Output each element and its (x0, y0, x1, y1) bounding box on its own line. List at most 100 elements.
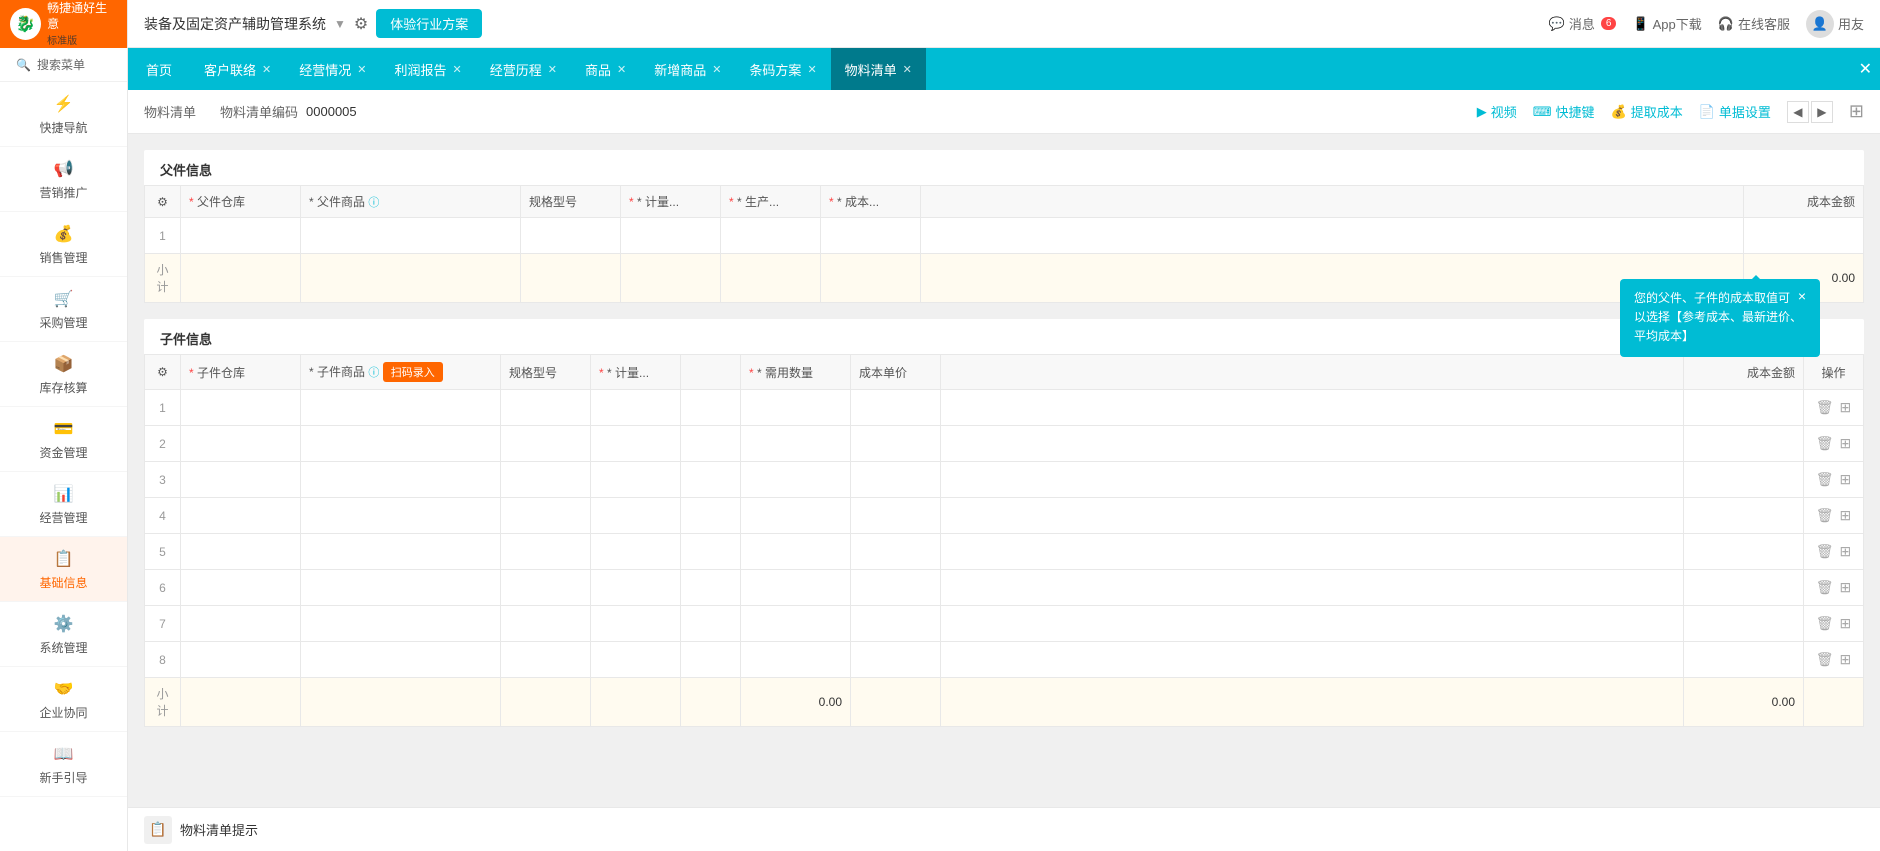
copy-icon[interactable]: ⊞ (1840, 543, 1852, 560)
tab-profit[interactable]: 利润报告 ✕ (380, 48, 475, 90)
child-row-8-warehouse[interactable] (181, 642, 301, 678)
child-row-7-spec[interactable] (501, 606, 591, 642)
child-row-3-qty-unit[interactable] (591, 462, 681, 498)
child-row-5-spec[interactable] (501, 534, 591, 570)
child-row-4-cost-unit[interactable] (851, 498, 941, 534)
tab-operations[interactable]: 经营情况 ✕ (285, 48, 380, 90)
sidebar-item-sales[interactable]: 💰 销售管理 (0, 212, 127, 277)
child-row-4-goods[interactable] (301, 498, 501, 534)
tooltip-close[interactable]: × (1798, 289, 1806, 303)
child-row-1-qty-unit[interactable] (591, 390, 681, 426)
sidebar-item-operations[interactable]: 📊 经营管理 (0, 472, 127, 537)
child-col-settings[interactable]: ⚙ (145, 355, 181, 390)
child-row-1-cost-unit[interactable] (851, 390, 941, 426)
parent-row-1-spec[interactable] (521, 218, 621, 254)
parent-row-1-produce[interactable] (721, 218, 821, 254)
child-row-6-cost-unit[interactable] (851, 570, 941, 606)
child-row-8-qty-needed[interactable] (741, 642, 851, 678)
child-row-7-goods[interactable] (301, 606, 501, 642)
child-row-1-warehouse[interactable] (181, 390, 301, 426)
settings-action[interactable]: 📄 单据设置 (1699, 102, 1771, 121)
sidebar-item-system[interactable]: ⚙️ 系统管理 (0, 602, 127, 667)
child-row-6-warehouse[interactable] (181, 570, 301, 606)
child-row-3-warehouse[interactable] (181, 462, 301, 498)
copy-icon[interactable]: ⊞ (1840, 399, 1852, 416)
child-row-7-qty-needed[interactable] (741, 606, 851, 642)
child-row-8-cost-unit[interactable] (851, 642, 941, 678)
scan-button[interactable]: 扫码录入 (383, 362, 443, 382)
child-row-2-qty-needed[interactable] (741, 426, 851, 462)
delete-icon[interactable]: 🗑 (1816, 615, 1834, 632)
tab-barcode[interactable]: 条码方案 ✕ (735, 48, 830, 90)
video-action[interactable]: ▶ 视频 (1477, 102, 1517, 121)
tab-barcode-close[interactable]: ✕ (807, 63, 816, 76)
tab-new-goods-close[interactable]: ✕ (712, 63, 721, 76)
child-row-6-qty-unit[interactable] (591, 570, 681, 606)
app-download-item[interactable]: 📱 App下载 (1632, 14, 1701, 33)
tab-operations-close[interactable]: ✕ (357, 63, 366, 76)
tab-history[interactable]: 经营历程 ✕ (476, 48, 571, 90)
layout-grid-icon[interactable]: ⊞ (1849, 101, 1864, 122)
child-row-3-cost-unit[interactable] (851, 462, 941, 498)
child-row-3-qty-needed[interactable] (741, 462, 851, 498)
close-all-tabs[interactable]: ✕ (1859, 59, 1872, 79)
delete-icon[interactable]: 🗑 (1816, 543, 1834, 560)
child-row-3-spec[interactable] (501, 462, 591, 498)
system-dropdown-arrow[interactable]: ▼ (334, 17, 346, 31)
tab-goods[interactable]: 商品 ✕ (571, 48, 640, 90)
child-row-5-warehouse[interactable] (181, 534, 301, 570)
child-row-6-qty-needed[interactable] (741, 570, 851, 606)
shortcut-action[interactable]: ⌨ 快捷键 (1533, 102, 1595, 121)
copy-icon[interactable]: ⊞ (1840, 507, 1852, 524)
online-service-item[interactable]: 🎧 在线客服 (1718, 14, 1790, 33)
copy-icon[interactable]: ⊞ (1840, 579, 1852, 596)
parent-row-1-cost[interactable] (821, 218, 921, 254)
child-row-4-warehouse[interactable] (181, 498, 301, 534)
sidebar-item-basic-info[interactable]: 📋 基础信息 (0, 537, 127, 602)
parent-row-1-qty[interactable] (621, 218, 721, 254)
child-row-2-cost-unit[interactable] (851, 426, 941, 462)
copy-icon[interactable]: ⊞ (1840, 615, 1852, 632)
copy-icon[interactable]: ⊞ (1840, 471, 1852, 488)
child-row-8-spec[interactable] (501, 642, 591, 678)
child-row-3-goods[interactable] (301, 462, 501, 498)
sidebar-item-purchase[interactable]: 🛒 采购管理 (0, 277, 127, 342)
child-row-7-cost-unit[interactable] (851, 606, 941, 642)
sidebar-item-marketing[interactable]: 📢 营销推广 (0, 147, 127, 212)
trial-button[interactable]: 体验行业方案 (376, 9, 482, 38)
parent-row-1-warehouse[interactable] (181, 218, 301, 254)
child-row-1-spec[interactable] (501, 390, 591, 426)
child-row-5-qty-unit[interactable] (591, 534, 681, 570)
parent-col-settings[interactable]: ⚙ (145, 186, 181, 218)
child-row-7-warehouse[interactable] (181, 606, 301, 642)
child-row-2-qty-unit[interactable] (591, 426, 681, 462)
tab-history-close[interactable]: ✕ (548, 63, 557, 76)
copy-icon[interactable]: ⊞ (1840, 651, 1852, 668)
sidebar-item-quick-nav[interactable]: ⚡ 快捷导航 (0, 82, 127, 147)
child-row-5-goods[interactable] (301, 534, 501, 570)
child-row-1-goods[interactable] (301, 390, 501, 426)
tab-bom[interactable]: 物料清单 ✕ (831, 48, 926, 90)
tab-goods-close[interactable]: ✕ (617, 63, 626, 76)
parent-row-1-goods[interactable] (301, 218, 521, 254)
message-item[interactable]: 💬 消息 6 (1549, 14, 1617, 33)
child-row-7-qty-unit[interactable] (591, 606, 681, 642)
child-row-4-qty-unit[interactable] (591, 498, 681, 534)
child-row-6-spec[interactable] (501, 570, 591, 606)
delete-icon[interactable]: 🗑 (1816, 435, 1834, 452)
sidebar-item-guide[interactable]: 📖 新手引导 (0, 732, 127, 797)
child-row-2-warehouse[interactable] (181, 426, 301, 462)
child-row-2-spec[interactable] (501, 426, 591, 462)
tab-new-goods[interactable]: 新增商品 ✕ (640, 48, 735, 90)
child-row-4-spec[interactable] (501, 498, 591, 534)
child-row-6-goods[interactable] (301, 570, 501, 606)
sidebar-item-finance[interactable]: 💳 资金管理 (0, 407, 127, 472)
child-row-8-qty-unit[interactable] (591, 642, 681, 678)
tab-home[interactable]: 首页 (128, 48, 190, 90)
child-row-8-goods[interactable] (301, 642, 501, 678)
tab-profit-close[interactable]: ✕ (453, 63, 462, 76)
delete-icon[interactable]: 🗑 (1816, 507, 1834, 524)
sidebar-item-cooperation[interactable]: 🤝 企业协同 (0, 667, 127, 732)
cost-action[interactable]: 💰 提取成本 (1611, 102, 1683, 121)
copy-icon[interactable]: ⊞ (1840, 435, 1852, 452)
